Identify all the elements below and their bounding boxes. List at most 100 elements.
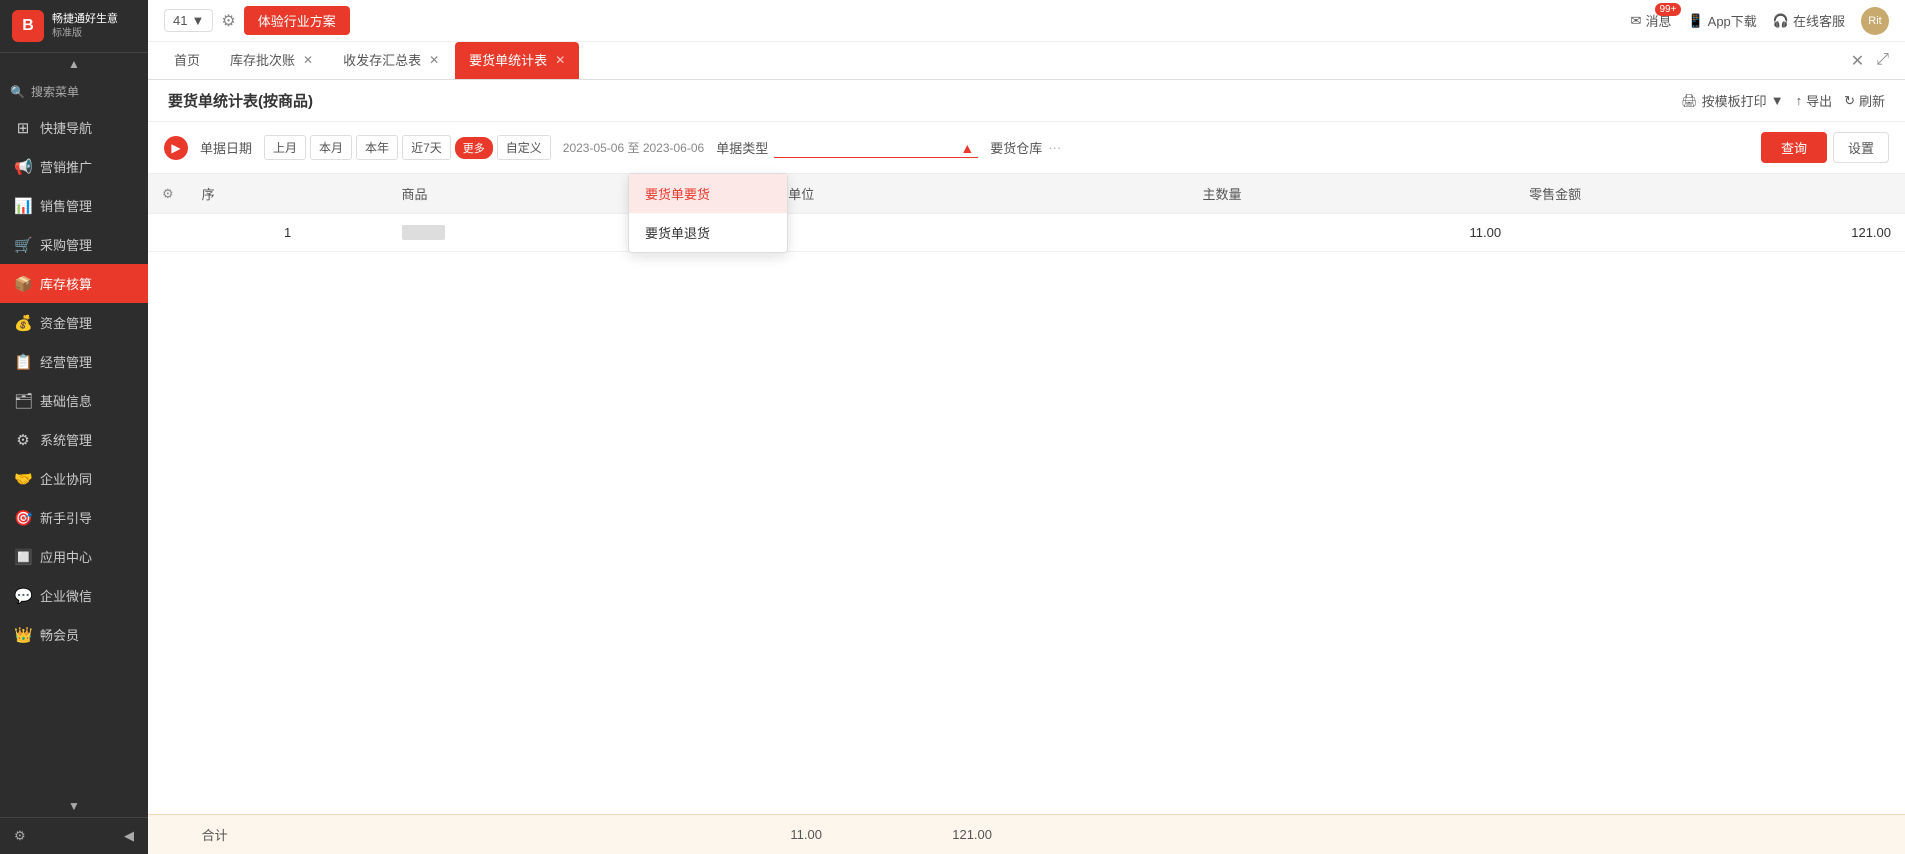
type-input[interactable] [774,138,978,158]
row-amount: 121.00 [1515,214,1905,252]
type-chevron-up-icon[interactable]: ▲ [960,140,974,156]
guide-icon: 🎯 [14,509,32,527]
col-index: 序 [188,174,388,214]
warehouse-label: 要货仓库 [990,138,1042,157]
sidebar-item-apps[interactable]: 🔲 应用中心 [0,537,148,576]
sidebar-scroll-down[interactable]: ▼ [0,795,148,817]
avatar[interactable]: Rit [1861,7,1889,35]
print-icon: 🖨 [1681,93,1698,109]
table-row: 1 块 11.00 121.00 [148,214,1905,252]
col-amount: 零售金额 [1515,174,1905,214]
company-selector[interactable]: 41 ▼ [164,9,213,32]
tabs-bar: 首页 库存批次账 ✕ 收发存汇总表 ✕ 要货单统计表 ✕ ✕ ⤢ [148,42,1905,80]
sidebar-item-inventory[interactable]: 📦 库存核算 [0,264,148,303]
last-7-days-btn[interactable]: 近7天 [402,135,451,160]
close-all-tabs-btn[interactable]: ✕ [1847,51,1868,71]
topbar: 41 ▼ ⚙ 体验行业方案 ✉ 消息 99+ 📱 App下载 🎧 在线客服 Ri… [148,0,1905,42]
page-header: 要货单统计表(按商品) 🖨 按模板打印 ▼ ↑ 导出 ↻ 刷新 [148,80,1905,122]
tab-inventory-batch[interactable]: 库存批次账 ✕ [216,42,327,79]
industry-btn[interactable]: 体验行业方案 [244,6,350,35]
sidebar-item-quick-nav[interactable]: ⊞ 快捷导航 [0,108,148,147]
marketing-icon: 📢 [14,158,32,176]
settings-bottom-icon[interactable]: ⚙ [14,828,26,844]
logo-text: 畅捷通好生意 标准版 [52,12,118,39]
warehouse-dots-icon[interactable]: ··· [1048,140,1061,155]
type-dropdown: 要货单要货 要货单退货 [628,173,788,253]
filter-bar: ▶ 单据日期 上月 本月 本年 近7天 更多 自定义 2023-05-06 至 … [148,122,1905,174]
type-filter-section: 单据类型 ▲ [716,138,978,158]
purchase-icon: 🛒 [14,236,32,254]
this-year-btn[interactable]: 本年 [356,135,398,160]
sidebar-bottom: ⚙ ◀ [0,817,148,854]
online-service-btn[interactable]: 🎧 在线客服 [1773,11,1845,30]
close-tab-receipt-summary[interactable]: ✕ [429,53,439,67]
type-input-wrap: ▲ [774,138,978,158]
warehouse-section: 要货仓库 ··· [990,138,1749,157]
sidebar-item-system[interactable]: ⚙ 系统管理 [0,420,148,459]
this-month-btn[interactable]: 本月 [310,135,352,160]
search-icon: 🔍 [10,85,25,99]
tabs-right: ✕ ⤢ [1847,51,1893,71]
sidebar-item-wechat[interactable]: 💬 企业微信 [0,576,148,615]
topbar-settings-icon[interactable]: ⚙ [221,11,235,31]
sidebar-item-finance[interactable]: 💰 资金管理 [0,303,148,342]
dropdown-item-return-goods[interactable]: 要货单退货 [629,213,787,252]
headset-icon: 🎧 [1773,13,1789,29]
print-btn[interactable]: 🖨 按模板打印 ▼ [1681,91,1783,110]
col-settings[interactable]: ⚙ [148,174,188,214]
sales-icon: 📊 [14,197,32,215]
table-header: ⚙ 序 商品 主计量单位 主数量 零售金额 [148,174,1905,214]
sidebar-nav: ⊞ 快捷导航 📢 营销推广 📊 销售管理 🛒 采购管理 📦 库存核算 💰 资金管… [0,108,148,795]
sidebar-item-member[interactable]: 👑 畅会员 [0,615,148,654]
company-name: 41 [173,13,187,28]
filter-settings-btn[interactable]: 设置 [1833,132,1889,163]
company-dropdown-icon: ▼ [191,13,204,28]
tab-receipt-summary[interactable]: 收发存汇总表 ✕ [329,42,453,79]
app-download-btn[interactable]: 📱 App下载 [1687,11,1756,30]
custom-btn[interactable]: 自定义 [497,135,551,160]
page-actions: 🖨 按模板打印 ▼ ↑ 导出 ↻ 刷新 [1681,91,1885,110]
col-qty: 主数量 [1188,174,1515,214]
page-title: 要货单统计表(按商品) [168,90,313,111]
table-body: 1 块 11.00 121.00 [148,214,1905,252]
sidebar-item-enterprise[interactable]: 🤝 企业协同 [0,459,148,498]
sidebar-item-operations[interactable]: 📋 经营管理 [0,342,148,381]
refresh-btn[interactable]: ↻ 刷新 [1844,91,1885,110]
sidebar-item-guide[interactable]: 🎯 新手引导 [0,498,148,537]
message-icon: ✉ [1631,13,1642,29]
sidebar-item-sales[interactable]: 📊 销售管理 [0,186,148,225]
row-settings [148,214,188,252]
filter-expand-btn[interactable]: ▶ [164,136,188,160]
message-badge: 99+ [1655,3,1682,16]
query-btn[interactable]: 查询 [1761,132,1827,163]
search-menu[interactable]: 🔍 搜索菜单 [0,75,148,108]
collapse-sidebar-icon[interactable]: ◀ [124,828,134,844]
basic-icon: 🗂 [14,392,32,410]
footer-label: 合计 [162,825,382,844]
footer-qty: 11.00 [702,827,822,842]
type-label: 单据类型 [716,138,768,157]
sidebar-scroll-up[interactable]: ▲ [0,53,148,75]
table-area: ⚙ 序 商品 主计量单位 主数量 零售金额 1 [148,174,1905,814]
sidebar: B 畅捷通好生意 标准版 ▲ 🔍 搜索菜单 ⊞ 快捷导航 📢 营销推广 📊 销售… [0,0,148,854]
row-index: 1 [188,214,388,252]
product-name-blurred [402,225,445,240]
expand-tabs-btn[interactable]: ⤢ [1872,51,1893,71]
date-buttons: 上月 本月 本年 近7天 更多 自定义 [264,135,551,160]
close-tab-order-stats[interactable]: ✕ [555,53,565,67]
export-btn[interactable]: ↑ 导出 [1796,91,1833,110]
logo-icon: B [12,10,44,42]
more-btn[interactable]: 更多 [455,137,493,159]
sidebar-item-marketing[interactable]: 📢 营销推广 [0,147,148,186]
last-month-btn[interactable]: 上月 [264,135,306,160]
sidebar-item-purchase[interactable]: 🛒 采购管理 [0,225,148,264]
dropdown-item-require-goods[interactable]: 要货单要货 [629,174,787,213]
filter-actions: 查询 设置 [1761,132,1889,163]
tab-home[interactable]: 首页 [160,42,214,79]
sidebar-item-basic[interactable]: 🗂 基础信息 [0,381,148,420]
tab-order-stats[interactable]: 要货单统计表 ✕ [455,42,579,79]
close-tab-inventory-batch[interactable]: ✕ [303,53,313,67]
messages-btn[interactable]: ✉ 消息 99+ [1631,11,1672,30]
phone-icon: 📱 [1687,13,1703,29]
print-dropdown-icon: ▼ [1771,93,1784,108]
